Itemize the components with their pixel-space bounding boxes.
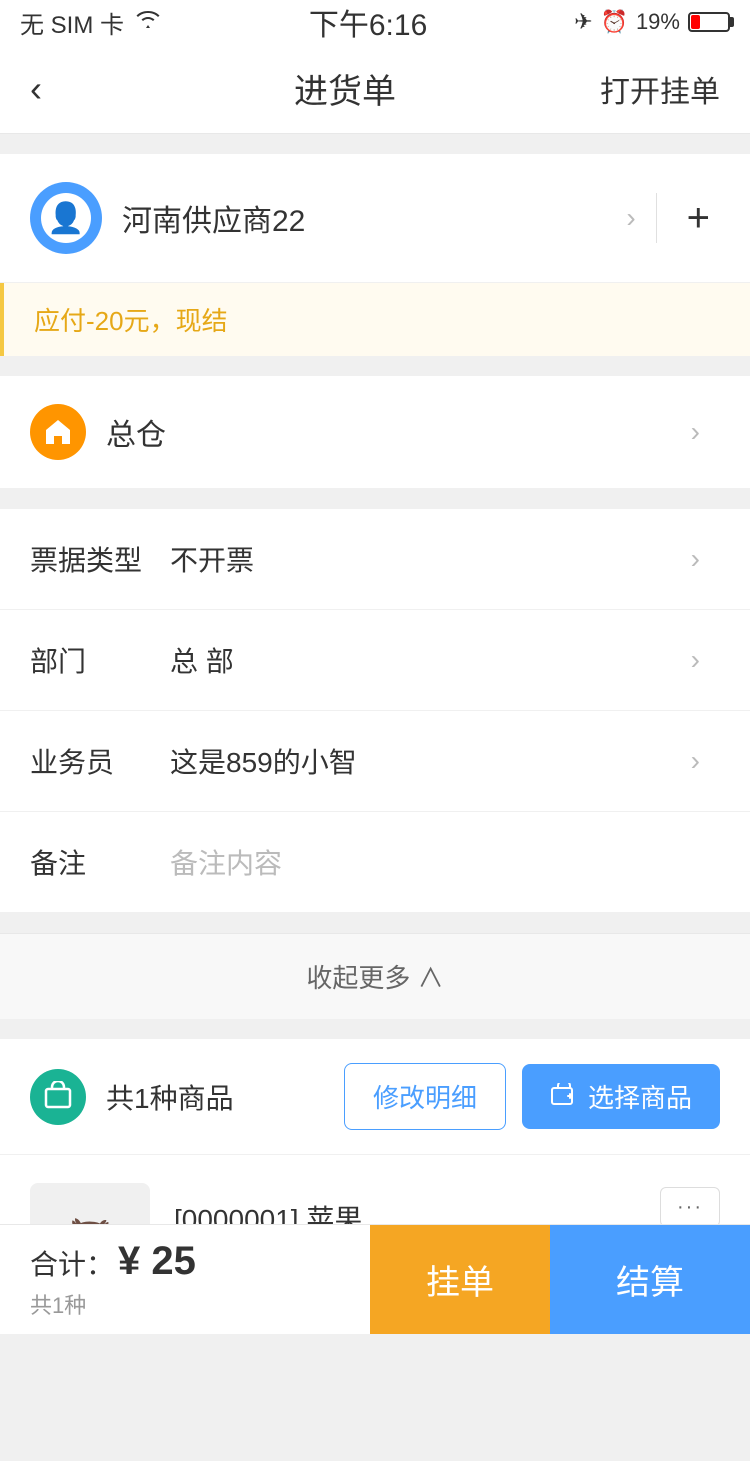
- total-section: 合计： ¥ 25 共1种: [0, 1225, 370, 1334]
- checkout-button[interactable]: 结算: [550, 1225, 750, 1334]
- vertical-divider: [656, 193, 657, 243]
- wifi-icon: [134, 8, 162, 36]
- select-product-label: 选择商品: [588, 1078, 692, 1115]
- supplier-section: 👤 河南供应商22 › + 应付-20元，现结: [0, 154, 750, 356]
- nav-bar: ‹ 进货单 打开挂单: [0, 44, 750, 134]
- product-section-icon: [30, 1069, 86, 1125]
- back-button[interactable]: ‹: [30, 68, 90, 110]
- alarm-icon: ⏰: [601, 9, 628, 35]
- battery-percent: 19%: [636, 9, 680, 35]
- remark-input[interactable]: 备注内容: [150, 842, 720, 882]
- department-row[interactable]: 部门 总 部 ›: [0, 610, 750, 711]
- add-supplier-button[interactable]: +: [677, 196, 720, 241]
- status-indicators: ✈ ⏰ 19%: [574, 9, 730, 35]
- supplier-name: 河南供应商22: [122, 196, 626, 240]
- warehouse-chevron-icon: ›: [691, 416, 700, 448]
- warehouse-section: 总仓 ›: [0, 376, 750, 489]
- page-title: 进货单: [294, 64, 396, 113]
- department-label: 部门: [30, 640, 150, 680]
- status-carrier: 无 SIM 卡: [20, 5, 162, 40]
- form-section: 票据类型 不开票 › 部门 总 部 › 业务员 这是859的小智 › 备注 备注…: [0, 509, 750, 913]
- location-icon: ✈: [574, 9, 592, 35]
- salesperson-chevron-icon: ›: [691, 745, 700, 777]
- salesperson-label: 业务员: [30, 741, 150, 781]
- total-label: 合计：: [30, 1243, 114, 1283]
- total-count: 共1种: [30, 1288, 340, 1320]
- bottom-bar: 合计： ¥ 25 共1种 挂单 结算: [0, 1224, 750, 1334]
- person-icon: 👤: [47, 201, 84, 236]
- hang-order-button[interactable]: 挂单: [370, 1225, 550, 1334]
- modify-detail-button[interactable]: 修改明细: [344, 1063, 506, 1130]
- product-more-button[interactable]: ···: [660, 1187, 720, 1227]
- invoice-type-label: 票据类型: [30, 539, 150, 579]
- supplier-avatar: 👤: [30, 182, 102, 254]
- remark-label: 备注: [30, 842, 150, 882]
- select-product-button[interactable]: 选择商品: [522, 1064, 720, 1129]
- invoice-type-row[interactable]: 票据类型 不开票 ›: [0, 509, 750, 610]
- battery-icon: [688, 12, 730, 32]
- product-header: 共1种商品 修改明细 选择商品: [0, 1039, 750, 1155]
- warehouse-row[interactable]: 总仓 ›: [0, 376, 750, 489]
- carrier-text: 无 SIM 卡: [20, 5, 124, 40]
- status-bar: 无 SIM 卡 下午6:16 ✈ ⏰ 19%: [0, 0, 750, 44]
- department-chevron-icon: ›: [691, 644, 700, 676]
- warehouse-icon: [30, 404, 86, 460]
- status-time: 下午6:16: [309, 0, 427, 44]
- salesperson-value: 这是859的小智: [150, 741, 691, 781]
- department-value: 总 部: [150, 640, 691, 680]
- product-count: 共1种商品: [106, 1077, 344, 1117]
- remark-row[interactable]: 备注 备注内容: [0, 812, 750, 913]
- supplier-row[interactable]: 👤 河南供应商22 › +: [0, 154, 750, 283]
- total-amount: ¥ 25: [118, 1239, 196, 1284]
- open-hang-button[interactable]: 打开挂单: [600, 67, 720, 111]
- supplier-chevron-icon: ›: [626, 202, 635, 234]
- salesperson-row[interactable]: 业务员 这是859的小智 ›: [0, 711, 750, 812]
- warehouse-name: 总仓: [106, 410, 691, 454]
- collapse-button[interactable]: 收起更多 ∧: [0, 933, 750, 1019]
- payment-notice: 应付-20元，现结: [0, 283, 750, 356]
- invoice-chevron-icon: ›: [691, 543, 700, 575]
- invoice-type-value: 不开票: [150, 539, 691, 579]
